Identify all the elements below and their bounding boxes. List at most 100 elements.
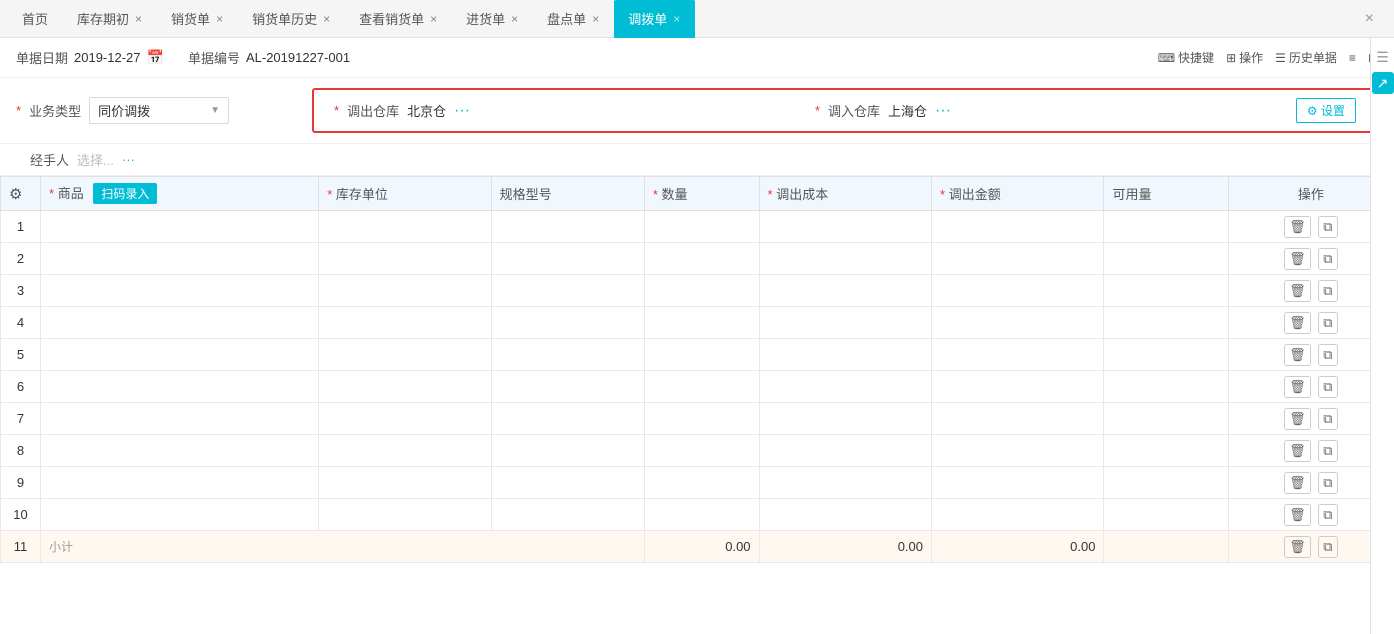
row-available-3[interactable] <box>1104 275 1228 307</box>
row-available-9[interactable] <box>1104 467 1228 499</box>
row-qty-1[interactable] <box>644 211 759 243</box>
row-amount-2[interactable] <box>932 243 1104 275</box>
row-qty-8[interactable] <box>644 435 759 467</box>
row-product-3[interactable] <box>41 275 319 307</box>
row-product-5[interactable] <box>41 339 319 371</box>
list-view-button[interactable]: ≡ <box>1349 51 1356 65</box>
row-copy-icon-2[interactable]: ⧉ <box>1318 248 1337 270</box>
row-qty-10[interactable] <box>644 499 759 531</box>
row-amount-1[interactable] <box>932 211 1104 243</box>
row-spec-5[interactable] <box>491 339 644 371</box>
row-qty-5[interactable] <box>644 339 759 371</box>
row-qty-7[interactable] <box>644 403 759 435</box>
row-unit-8[interactable] <box>319 435 491 467</box>
tab-close-inventory-init[interactable]: × <box>135 12 142 26</box>
row-product-7[interactable] <box>41 403 319 435</box>
row-copy-icon-3[interactable]: ⧉ <box>1318 280 1337 302</box>
tab-stocktake[interactable]: 盘点单 × <box>533 0 614 38</box>
row-spec-6[interactable] <box>491 371 644 403</box>
row-unit-4[interactable] <box>319 307 491 339</box>
row-delete-icon-10[interactable]: 🗑 <box>1284 504 1311 526</box>
row-product-1[interactable] <box>41 211 319 243</box>
row-cost-6[interactable] <box>759 371 931 403</box>
row-product-9[interactable] <box>41 467 319 499</box>
row-qty-9[interactable] <box>644 467 759 499</box>
row-qty-4[interactable] <box>644 307 759 339</box>
row-available-1[interactable] <box>1104 211 1228 243</box>
tab-close-transfer[interactable]: × <box>673 12 680 26</box>
history-button[interactable]: ☰ 历史单据 <box>1275 49 1337 66</box>
row-unit-6[interactable] <box>319 371 491 403</box>
row-available-4[interactable] <box>1104 307 1228 339</box>
row-delete-icon-4[interactable]: 🗑 <box>1284 312 1311 334</box>
row-unit-1[interactable] <box>319 211 491 243</box>
row-unit-9[interactable] <box>319 467 491 499</box>
row-amount-10[interactable] <box>932 499 1104 531</box>
row-copy-icon-6[interactable]: ⧉ <box>1318 376 1337 398</box>
table-settings-icon[interactable]: ⚙ <box>9 186 22 203</box>
row-qty-6[interactable] <box>644 371 759 403</box>
row-cost-8[interactable] <box>759 435 931 467</box>
row-available-8[interactable] <box>1104 435 1228 467</box>
person-select[interactable]: 选择... <box>77 150 114 169</box>
row-cost-7[interactable] <box>759 403 931 435</box>
business-type-select[interactable]: 同价调拨 ▼ <box>89 97 229 124</box>
tab-close-sales-history[interactable]: × <box>323 12 330 26</box>
row-unit-10[interactable] <box>319 499 491 531</box>
warehouse-settings-button[interactable]: ⚙ 设置 <box>1296 98 1356 123</box>
row-spec-2[interactable] <box>491 243 644 275</box>
row-product-4[interactable] <box>41 307 319 339</box>
row-available-5[interactable] <box>1104 339 1228 371</box>
row-amount-5[interactable] <box>932 339 1104 371</box>
row-cost-10[interactable] <box>759 499 931 531</box>
row-cost-3[interactable] <box>759 275 931 307</box>
row-amount-7[interactable] <box>932 403 1104 435</box>
row-delete-icon-2[interactable]: 🗑 <box>1284 248 1311 270</box>
row-available-10[interactable] <box>1104 499 1228 531</box>
row-spec-4[interactable] <box>491 307 644 339</box>
tab-purchase[interactable]: 进货单 × <box>452 0 533 38</box>
row-delete-icon-3[interactable]: 🗑 <box>1284 280 1311 302</box>
row-amount-6[interactable] <box>932 371 1104 403</box>
row-unit-3[interactable] <box>319 275 491 307</box>
transfer-out-more-icon[interactable]: ··· <box>454 102 470 120</box>
subtotal-delete-icon[interactable]: 🗑 <box>1284 536 1311 558</box>
tab-home[interactable]: 首页 <box>8 0 63 38</box>
row-product-8[interactable] <box>41 435 319 467</box>
row-delete-icon-9[interactable]: 🗑 <box>1284 472 1311 494</box>
sidebar-expand-icon[interactable]: ↗ <box>1372 72 1394 94</box>
sidebar-doc-icon[interactable]: ☰ <box>1372 46 1394 68</box>
operations-button[interactable]: ⊞ 操作 <box>1226 49 1263 66</box>
tab-close-stocktake[interactable]: × <box>592 12 599 26</box>
row-cost-2[interactable] <box>759 243 931 275</box>
tab-close-sales-order[interactable]: × <box>216 12 223 26</box>
row-unit-5[interactable] <box>319 339 491 371</box>
row-product-10[interactable] <box>41 499 319 531</box>
transfer-in-more-icon[interactable]: ··· <box>935 102 951 120</box>
subtotal-copy-icon[interactable]: ⧉ <box>1318 536 1337 558</box>
row-delete-icon-6[interactable]: 🗑 <box>1284 376 1311 398</box>
row-copy-icon-5[interactable]: ⧉ <box>1318 344 1337 366</box>
tab-close-purchase[interactable]: × <box>511 12 518 26</box>
person-more-icon[interactable]: ··· <box>122 152 135 167</box>
row-product-2[interactable] <box>41 243 319 275</box>
row-qty-3[interactable] <box>644 275 759 307</box>
row-delete-icon-5[interactable]: 🗑 <box>1284 344 1311 366</box>
row-spec-8[interactable] <box>491 435 644 467</box>
row-amount-3[interactable] <box>932 275 1104 307</box>
tab-close-view-sales[interactable]: × <box>430 12 437 26</box>
tab-transfer[interactable]: 调拨单 × <box>614 0 695 38</box>
tab-inventory-init[interactable]: 库存期初 × <box>63 0 157 38</box>
tab-sales-order[interactable]: 销货单 × <box>157 0 238 38</box>
scan-button[interactable]: 扫码录入 <box>93 183 157 204</box>
row-delete-icon-8[interactable]: 🗑 <box>1284 440 1311 462</box>
row-copy-icon-7[interactable]: ⧉ <box>1318 408 1337 430</box>
row-amount-4[interactable] <box>932 307 1104 339</box>
row-available-7[interactable] <box>1104 403 1228 435</box>
row-copy-icon-9[interactable]: ⧉ <box>1318 472 1337 494</box>
row-available-2[interactable] <box>1104 243 1228 275</box>
row-cost-1[interactable] <box>759 211 931 243</box>
row-delete-icon-1[interactable]: 🗑 <box>1284 216 1311 238</box>
row-qty-2[interactable] <box>644 243 759 275</box>
row-spec-9[interactable] <box>491 467 644 499</box>
